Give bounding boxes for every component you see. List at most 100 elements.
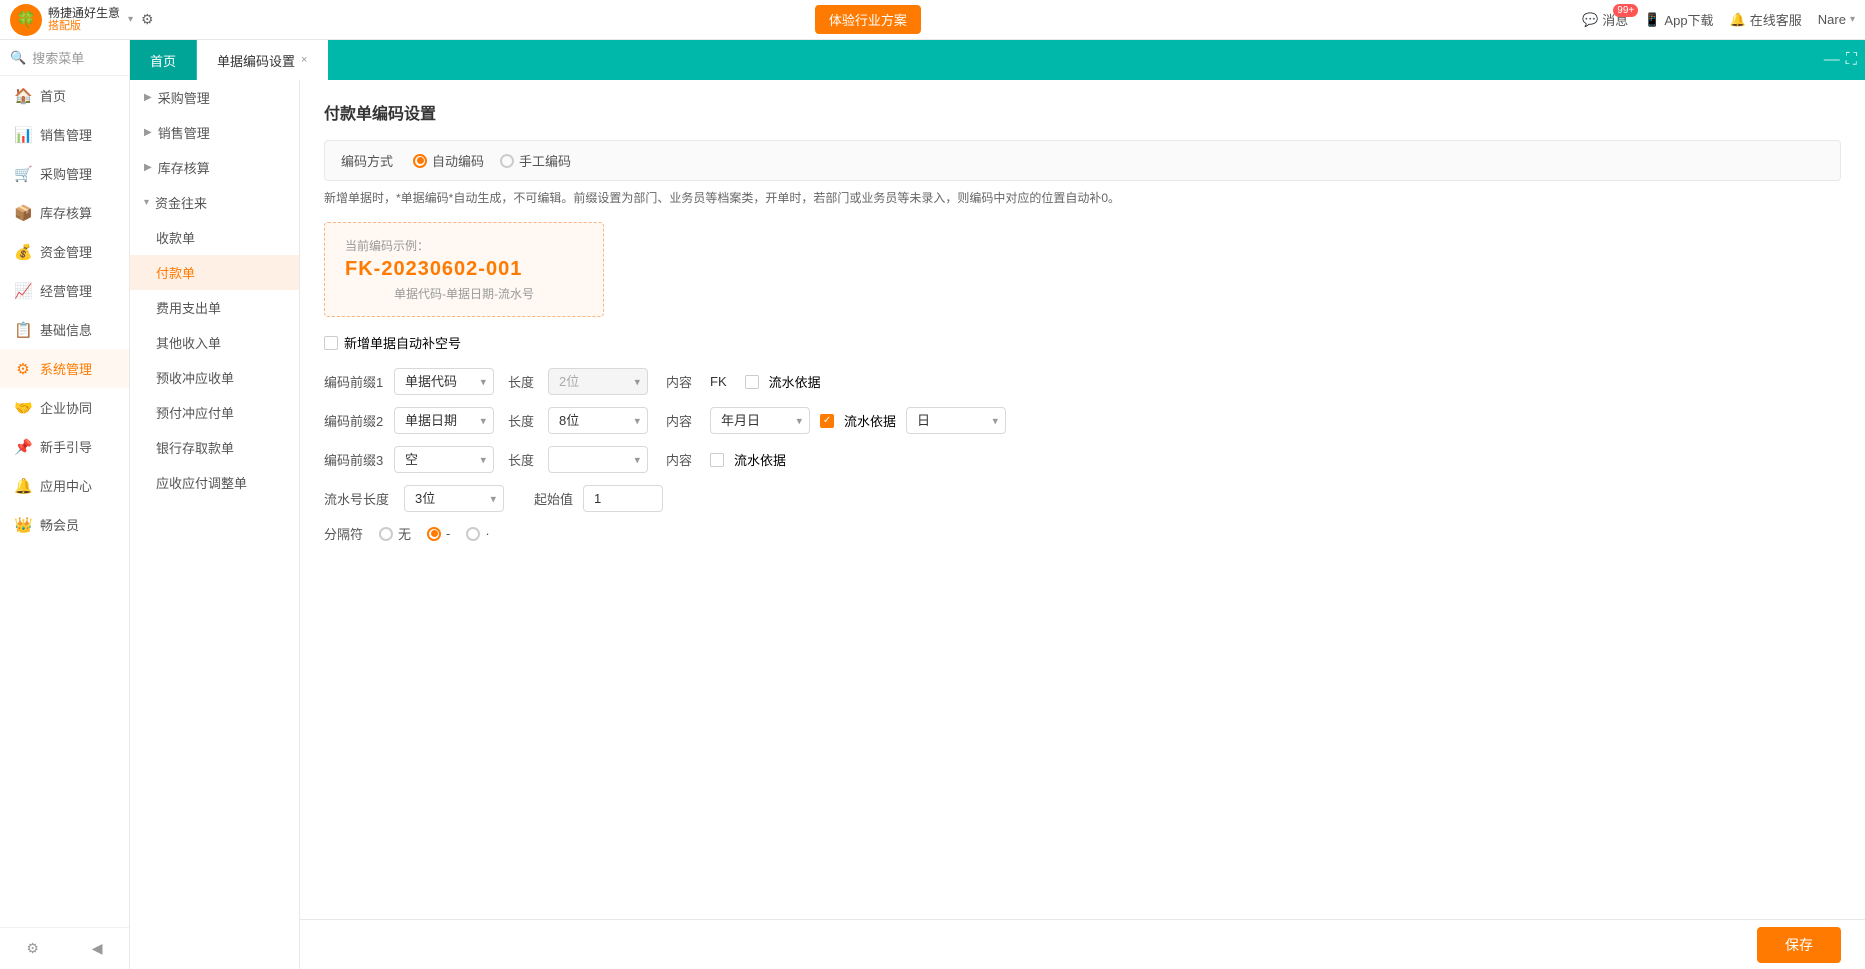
manual-code-radio[interactable]: 手工编码 <box>500 151 571 170</box>
sidebar-search[interactable]: 🔍 搜索菜单 <box>0 40 129 76</box>
sidebar-item-operation[interactable]: 📈 经营管理 <box>0 271 129 310</box>
prefix1-select[interactable]: 单据代码 单据日期 空 <box>394 368 494 395</box>
top-bar: 🍀 畅捷通好生意 搭配版 ▾ ⚙ 体验行业方案 💬 消息 99+ 📱 App下载… <box>0 0 1865 40</box>
app-logo: 🍀 畅捷通好生意 搭配版 <box>10 4 120 36</box>
sidebar-item-inventory[interactable]: 📦 库存核算 <box>0 193 129 232</box>
sidebar-item-system[interactable]: ⚙ 系统管理 <box>0 349 129 388</box>
prefix2-length-select-wrapper: 8位 <box>548 407 648 434</box>
sep-other-radio[interactable]: · <box>466 526 489 541</box>
sub-item-prepay-pay[interactable]: 预付冲应付单 <box>130 395 299 430</box>
message-button[interactable]: 💬 消息 99+ <box>1582 10 1628 29</box>
industry-solution-button[interactable]: 体验行业方案 <box>815 5 921 34</box>
sidebar-item-label: 企业协同 <box>40 398 92 417</box>
tab-active[interactable]: 单据编码设置 × <box>197 40 328 80</box>
sidebar-item-label: 资金管理 <box>40 242 92 261</box>
example-desc: 单据代码-单据日期-流水号 <box>345 285 583 302</box>
serial-row: 流水号长度 3位 4位 5位 起始值 <box>324 485 1841 512</box>
coding-method-label: 编码方式 <box>341 151 393 170</box>
online-service-button[interactable]: 🔔 在线客服 <box>1730 10 1802 29</box>
sub-item-payment[interactable]: 付款单 <box>130 255 299 290</box>
message-badge: 99+ <box>1613 4 1638 17</box>
prefix1-content-value: FK <box>710 374 727 389</box>
page-content: 付款单编码设置 编码方式 自动编码 <box>300 80 1865 919</box>
sidebar-item-home[interactable]: 🏠 首页 <box>0 76 129 115</box>
prefix3-label: 编码前缀3 <box>324 450 384 469</box>
prefix2-label: 编码前缀2 <box>324 411 384 430</box>
prefix1-stream-text: 流水依据 <box>769 372 821 391</box>
purchase-icon: 🛒 <box>14 165 32 183</box>
sidebar-item-label: 销售管理 <box>40 125 92 144</box>
separator-label: 分隔符 <box>324 524 363 543</box>
sub-group-sales-header[interactable]: ▶ 销售管理 <box>130 115 299 150</box>
sidebar-item-sales[interactable]: 📊 销售管理 <box>0 115 129 154</box>
top-bar-left: 🍀 畅捷通好生意 搭配版 ▾ ⚙ <box>10 4 154 36</box>
app-center-icon: 🔔 <box>14 477 32 495</box>
auto-code-radio-circle <box>413 154 427 168</box>
prefix3-stream-checkbox[interactable] <box>710 453 724 467</box>
separator-row: 分隔符 无 - · <box>324 524 1841 543</box>
fund-icon: 💰 <box>14 243 32 261</box>
sidebar-collapse-button[interactable]: ◀ <box>84 936 111 961</box>
sidebar-item-guide[interactable]: 📌 新手引导 <box>0 427 129 466</box>
sidebar-settings-button[interactable]: ⚙ <box>18 936 47 961</box>
sep-dash-radio[interactable]: - <box>427 526 450 541</box>
prefix2-stream-checkbox[interactable]: ✓ <box>820 414 834 428</box>
sub-group-purchase-header[interactable]: ▶ 采购管理 <box>130 80 299 115</box>
prefix1-length-select[interactable]: 2位 <box>548 368 648 395</box>
prefix2-day-select[interactable]: 日 月 年 <box>906 407 1006 434</box>
sub-item-other-income[interactable]: 其他收入单 <box>130 325 299 360</box>
auto-code-radio-inner <box>417 157 424 164</box>
sub-item-receipt[interactable]: 收款单 <box>130 220 299 255</box>
coding-method-row: 编码方式 自动编码 手工编码 <box>324 140 1841 181</box>
sep-none-radio[interactable]: 无 <box>379 524 411 543</box>
sub-item-bank-deposit[interactable]: 银行存取款单 <box>130 430 299 465</box>
sidebar-item-label: 畅会员 <box>40 515 79 534</box>
user-dropdown-arrow: ▾ <box>1850 14 1855 25</box>
window-maximize-button[interactable]: ⛶ <box>1846 51 1857 69</box>
sub-item-prepay-recv[interactable]: 预收冲应收单 <box>130 360 299 395</box>
info-text: 新增单据时，*单据编码*自动生成，不可编辑。前缀设置为部门、业务员等档案类，开单… <box>324 189 1841 208</box>
tab-close-button[interactable]: × <box>301 54 307 66</box>
online-service-label: 在线客服 <box>1750 10 1802 29</box>
sidebar-item-label: 经营管理 <box>40 281 92 300</box>
save-button[interactable]: 保存 <box>1757 927 1841 963</box>
start-value-input[interactable] <box>583 485 663 512</box>
prefix2-length-select[interactable]: 8位 <box>548 407 648 434</box>
prefix3-select[interactable]: 空 单据代码 单据日期 <box>394 446 494 473</box>
sidebar-item-label: 系统管理 <box>40 359 92 378</box>
sidebar-item-fund[interactable]: 💰 资金管理 <box>0 232 129 271</box>
sidebar-item-purchase[interactable]: 🛒 采购管理 <box>0 154 129 193</box>
prefix2-content-select[interactable]: 年月日 年月 年 <box>710 407 810 434</box>
sub-item-ar-adjust[interactable]: 应收应付调整单 <box>130 465 299 500</box>
prefix2-select[interactable]: 单据代码 单据日期 空 <box>394 407 494 434</box>
home-icon: 🏠 <box>14 87 32 105</box>
form-row-prefix1: 编码前缀1 单据代码 单据日期 空 长度 2位 <box>324 368 1841 395</box>
auto-code-radio[interactable]: 自动编码 <box>413 151 484 170</box>
sub-group-sales: ▶ 销售管理 <box>130 115 299 150</box>
user-menu[interactable]: Nare ▾ <box>1818 12 1855 27</box>
sidebar-item-app-center[interactable]: 🔔 应用中心 <box>0 466 129 505</box>
serial-length-select[interactable]: 3位 4位 5位 <box>404 485 504 512</box>
active-tab-label: 单据编码设置 <box>217 51 295 70</box>
sidebar-item-member[interactable]: 👑 畅会员 <box>0 505 129 544</box>
sidebar-item-enterprise[interactable]: 🤝 企业协同 <box>0 388 129 427</box>
logo-icon: 🍀 <box>10 4 42 36</box>
prefix3-length-select[interactable] <box>548 446 648 473</box>
prefix1-stream-checkbox[interactable] <box>745 375 759 389</box>
sub-item-expense[interactable]: 费用支出单 <box>130 290 299 325</box>
window-minimize-button[interactable]: — <box>1824 51 1840 69</box>
tab-home[interactable]: 首页 <box>130 40 197 80</box>
example-code: FK-20230602-001 <box>345 258 583 281</box>
prefix3-length-label: 长度 <box>508 450 534 469</box>
sidebar-item-basic[interactable]: 📋 基础信息 <box>0 310 129 349</box>
settings-icon[interactable]: ⚙ <box>141 11 154 28</box>
auto-fill-checkbox[interactable] <box>324 336 338 350</box>
serial-length-label: 流水号长度 <box>324 489 394 508</box>
sidebar: 🔍 搜索菜单 🏠 首页 📊 销售管理 🛒 采购管理 📦 库存核算 💰 资金管理 … <box>0 40 130 969</box>
sub-group-inventory-header[interactable]: ▶ 库存核算 <box>130 150 299 185</box>
app-download-button[interactable]: 📱 App下载 <box>1644 10 1713 29</box>
dropdown-arrow[interactable]: ▾ <box>128 14 133 25</box>
sub-group-fund: ▾ 资金往来 收款单 付款单 费用支出单 其他收入单 <box>130 185 299 500</box>
logo-sub: 搭配版 <box>48 20 120 33</box>
sub-group-fund-header[interactable]: ▾ 资金往来 <box>130 185 299 220</box>
